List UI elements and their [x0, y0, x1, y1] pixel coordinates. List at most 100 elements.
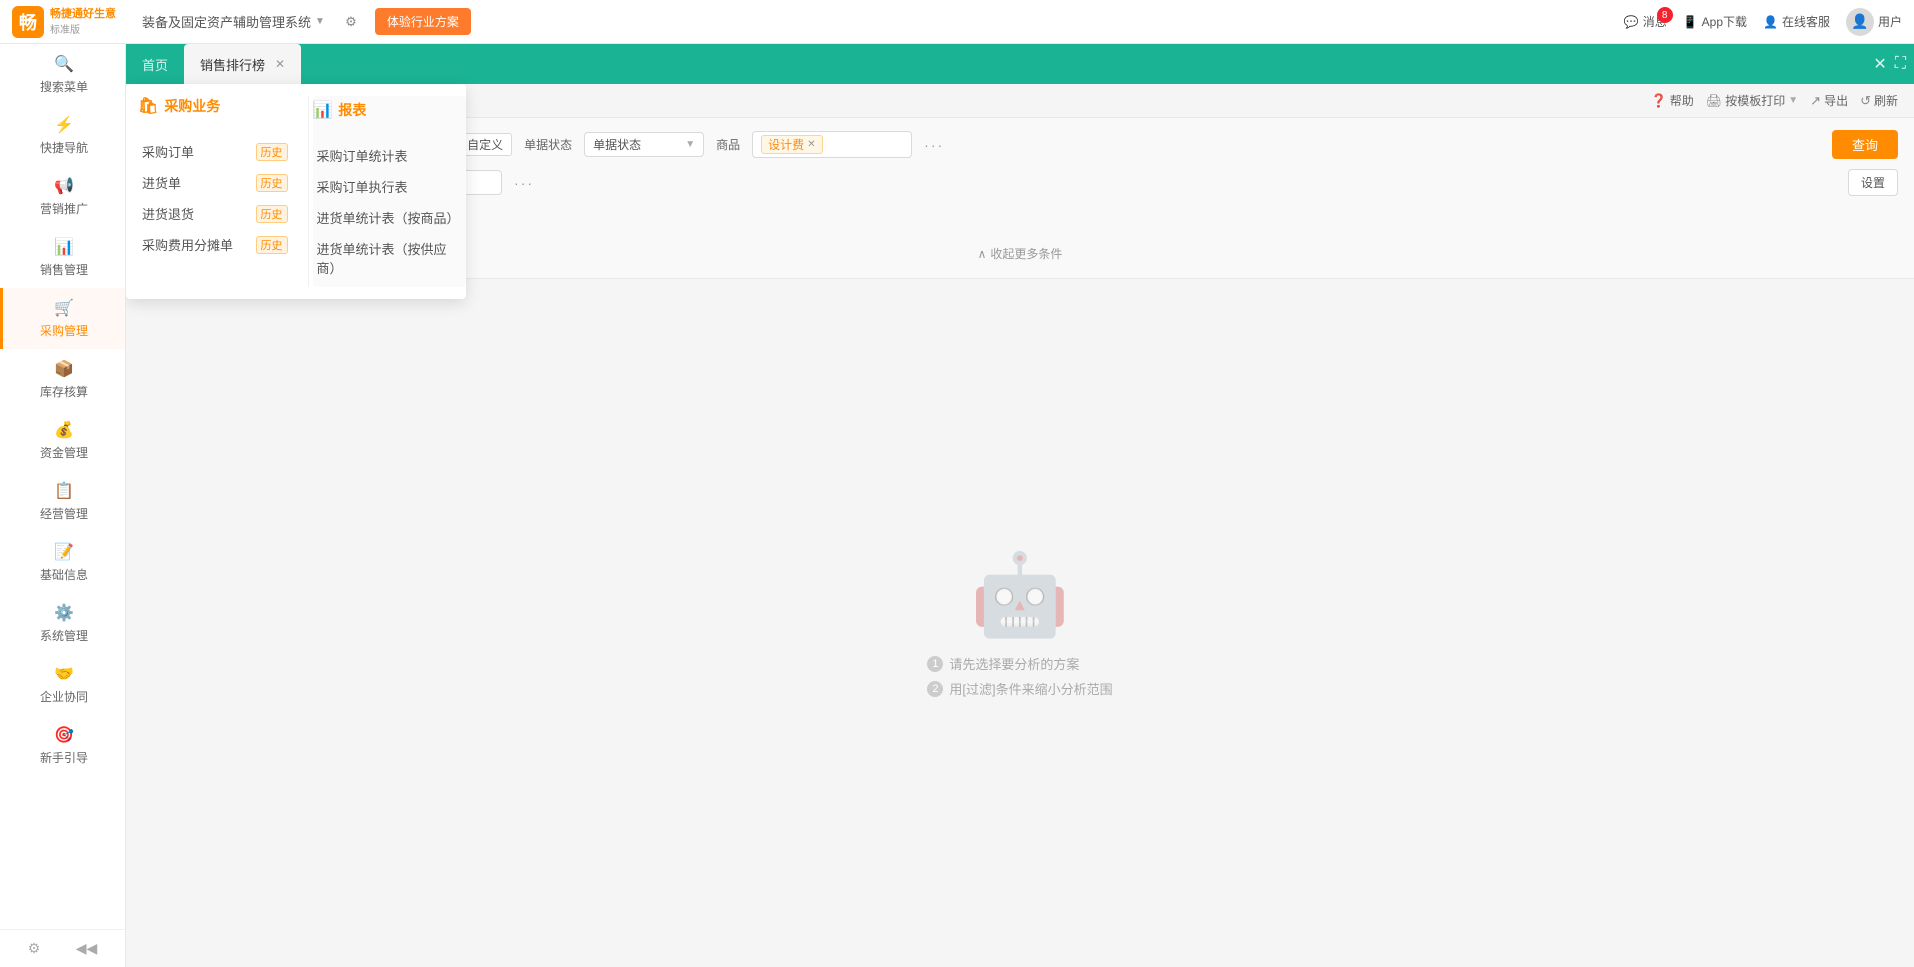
sidebar-item-basic-info[interactable]: 📝 基础信息	[0, 532, 125, 593]
purchase-col-title: 🛍 采购业务	[138, 96, 292, 124]
export-icon: ↗	[1810, 93, 1821, 109]
report-item-0[interactable]: 采购订单统计表	[313, 140, 467, 171]
content-area: 首页 销售排行榜 ✕ ✕ ⛶ 🛍 采购业务	[126, 44, 1914, 967]
empty-text: 1 请先选择要分析的方案 2 用[过滤]条件来缩小分析范围	[927, 654, 1112, 698]
basic-info-icon: 📝	[54, 542, 74, 562]
sidebar-item-operations[interactable]: 📋 经营管理	[0, 471, 125, 532]
purchase-dropdown-menu: 🛍 采购业务 采购订单 历史 进货单 历史 进货退货	[126, 84, 466, 299]
logo-icon: 畅	[12, 6, 44, 38]
top-right-area: 💬 消息 8 📱 App下载 👤 在线客服 👤 用户	[1624, 8, 1902, 36]
tab-bar-end: ✕ ⛶	[1873, 54, 1914, 74]
report-col-title: 📊 报表	[313, 100, 467, 128]
empty-illustration: 🤖	[970, 548, 1070, 642]
sidebar-collapse-btn[interactable]: ◀◀	[76, 940, 98, 957]
app-container: 畅 畅捷通好生意 标准版 装备及固定资产辅助管理系统 ▼ ⚙ 体验行业方案 💬 …	[0, 0, 1914, 967]
history-badge-3: 历史	[256, 236, 288, 254]
hint-number-1: 1	[927, 656, 943, 672]
settings-button[interactable]: 设置	[1848, 169, 1898, 196]
system-title: 装备及固定资产辅助管理系统 ▼	[142, 12, 329, 31]
tab-close-icon[interactable]: ✕	[275, 57, 285, 71]
sales-icon: 📊	[54, 237, 74, 257]
inbound-order-item[interactable]: 进货单 历史	[138, 167, 292, 198]
marketing-icon: 📢	[54, 176, 74, 196]
empty-state: 🤖 1 请先选择要分析的方案 2 用[过滤]条件来缩小分析范围	[126, 279, 1914, 967]
sidebar-item-enterprise[interactable]: 🤝 企业协同	[0, 654, 125, 715]
tab-sales-ranking[interactable]: 销售排行榜 ✕	[184, 44, 301, 84]
tab-bar-close-icon[interactable]: ✕	[1873, 54, 1886, 74]
print-dropdown-arrow: ▼	[1788, 95, 1798, 106]
phone-icon: 📱	[1683, 15, 1698, 29]
purchase-col: 🛍 采购业务 采购订单 历史 进货单 历史 进货退货	[126, 96, 304, 287]
empty-hint-1: 1 请先选择要分析的方案	[927, 654, 1112, 673]
sidebar-item-marketing[interactable]: 📢 营销推广	[0, 166, 125, 227]
help-btn[interactable]: ❓ 帮助	[1651, 92, 1694, 109]
hint-number-2: 2	[927, 681, 943, 697]
app-download-btn[interactable]: 📱 App下载	[1683, 13, 1747, 30]
sidebar-item-quick-nav[interactable]: ⚡ 快捷导航	[0, 105, 125, 166]
finance-icon: 💰	[54, 420, 74, 440]
sidebar-item-inventory[interactable]: 📦 库存核算	[0, 349, 125, 410]
date-quick-custom[interactable]: 自定义	[458, 133, 512, 156]
status-filter-label: 单据状态	[524, 136, 572, 153]
goods-select[interactable]: 设计费 ✕	[752, 131, 912, 158]
help-icon: ❓	[1651, 93, 1667, 109]
settings-gear-btn[interactable]: ⚙	[337, 8, 365, 36]
sidebar-item-finance[interactable]: 💰 资金管理	[0, 410, 125, 471]
dropdown-divider	[308, 96, 309, 287]
message-icon: 💬	[1624, 15, 1639, 29]
sidebar-item-purchase[interactable]: 🛒 采购管理	[0, 288, 125, 349]
report-col: 📊 报表 采购订单统计表 采购订单执行表 进货单统计表（按商品）	[313, 96, 467, 287]
sidebar-item-search[interactable]: 🔍 搜索菜单	[0, 44, 125, 105]
goods-tag-close[interactable]: ✕	[807, 139, 815, 150]
report-item-2[interactable]: 进货单统计表（按商品）	[313, 202, 467, 233]
history-badge-2: 历史	[256, 205, 288, 223]
collapse-arrow-icon: ∧	[978, 247, 987, 261]
main-area: 🔍 搜索菜单 ⚡ 快捷导航 📢 营销推广 📊 销售管理 🛒 采购管理 📦	[0, 44, 1914, 967]
purchase-col-icon: 🛍	[138, 96, 158, 116]
purchase-order-item[interactable]: 采购订单 历史	[138, 136, 292, 167]
trial-button[interactable]: 体验行业方案	[375, 8, 471, 35]
print-icon: 🖨	[1706, 93, 1723, 109]
search-menu-icon: 🔍	[54, 54, 74, 74]
report-item-3[interactable]: 进货单统计表（按供应商）	[313, 233, 467, 283]
tab-bar-expand-icon[interactable]: ⛶	[1895, 55, 1906, 73]
message-badge: 8	[1657, 7, 1673, 23]
tab-bar: 首页 销售排行榜 ✕ ✕ ⛶ 🛍 采购业务	[126, 44, 1914, 84]
inventory-icon: 📦	[54, 359, 74, 379]
purchase-fee-item[interactable]: 采购费用分摊单 历史	[138, 229, 292, 260]
empty-hint-2: 2 用[过滤]条件来缩小分析范围	[927, 679, 1112, 698]
refresh-icon: ↺	[1860, 93, 1871, 109]
system-dropdown-arrow[interactable]: ▼	[315, 16, 325, 27]
sidebar-item-system[interactable]: ⚙️ 系统管理	[0, 593, 125, 654]
sidebar-bottom: ⚙ ◀◀	[0, 929, 125, 967]
print-btn[interactable]: 🖨 按模板打印 ▼	[1706, 92, 1798, 109]
tab-home[interactable]: 首页	[126, 44, 184, 84]
salesperson-more-btn[interactable]: ···	[514, 175, 534, 191]
enterprise-icon: 🤝	[54, 664, 74, 684]
goods-tag: 设计费 ✕	[761, 135, 822, 154]
goods-more-btn[interactable]: ···	[924, 137, 944, 153]
top-bar: 畅 畅捷通好生意 标准版 装备及固定资产辅助管理系统 ▼ ⚙ 体验行业方案 💬 …	[0, 0, 1914, 44]
sidebar-item-sales[interactable]: 📊 销售管理	[0, 227, 125, 288]
message-btn[interactable]: 💬 消息 8	[1624, 13, 1667, 30]
sidebar-item-guide[interactable]: 🎯 新手引导	[0, 715, 125, 776]
guide-icon: 🎯	[54, 725, 74, 745]
query-button[interactable]: 查询	[1832, 130, 1898, 159]
avatar: 👤	[1846, 8, 1874, 36]
user-area[interactable]: 👤 用户	[1846, 8, 1902, 36]
online-service-btn[interactable]: 👤 在线客服	[1763, 13, 1830, 30]
system-icon: ⚙️	[54, 603, 74, 623]
operations-icon: 📋	[54, 481, 74, 501]
return-goods-item[interactable]: 进货退货 历史	[138, 198, 292, 229]
sidebar: 🔍 搜索菜单 ⚡ 快捷导航 📢 营销推广 📊 销售管理 🛒 采购管理 📦	[0, 44, 126, 967]
purchase-icon: 🛒	[54, 298, 74, 318]
history-badge-1: 历史	[256, 174, 288, 192]
refresh-btn[interactable]: ↺ 刷新	[1860, 92, 1898, 109]
logo-area: 畅 畅捷通好生意 标准版	[12, 6, 138, 38]
sidebar-settings-btn[interactable]: ⚙	[28, 940, 41, 957]
quick-nav-icon: ⚡	[54, 115, 74, 135]
export-btn[interactable]: ↗ 导出	[1810, 92, 1848, 109]
report-item-1[interactable]: 采购订单执行表	[313, 171, 467, 202]
status-select[interactable]: 单据状态 ▼	[584, 132, 704, 157]
report-col-icon: 📊	[313, 100, 333, 120]
